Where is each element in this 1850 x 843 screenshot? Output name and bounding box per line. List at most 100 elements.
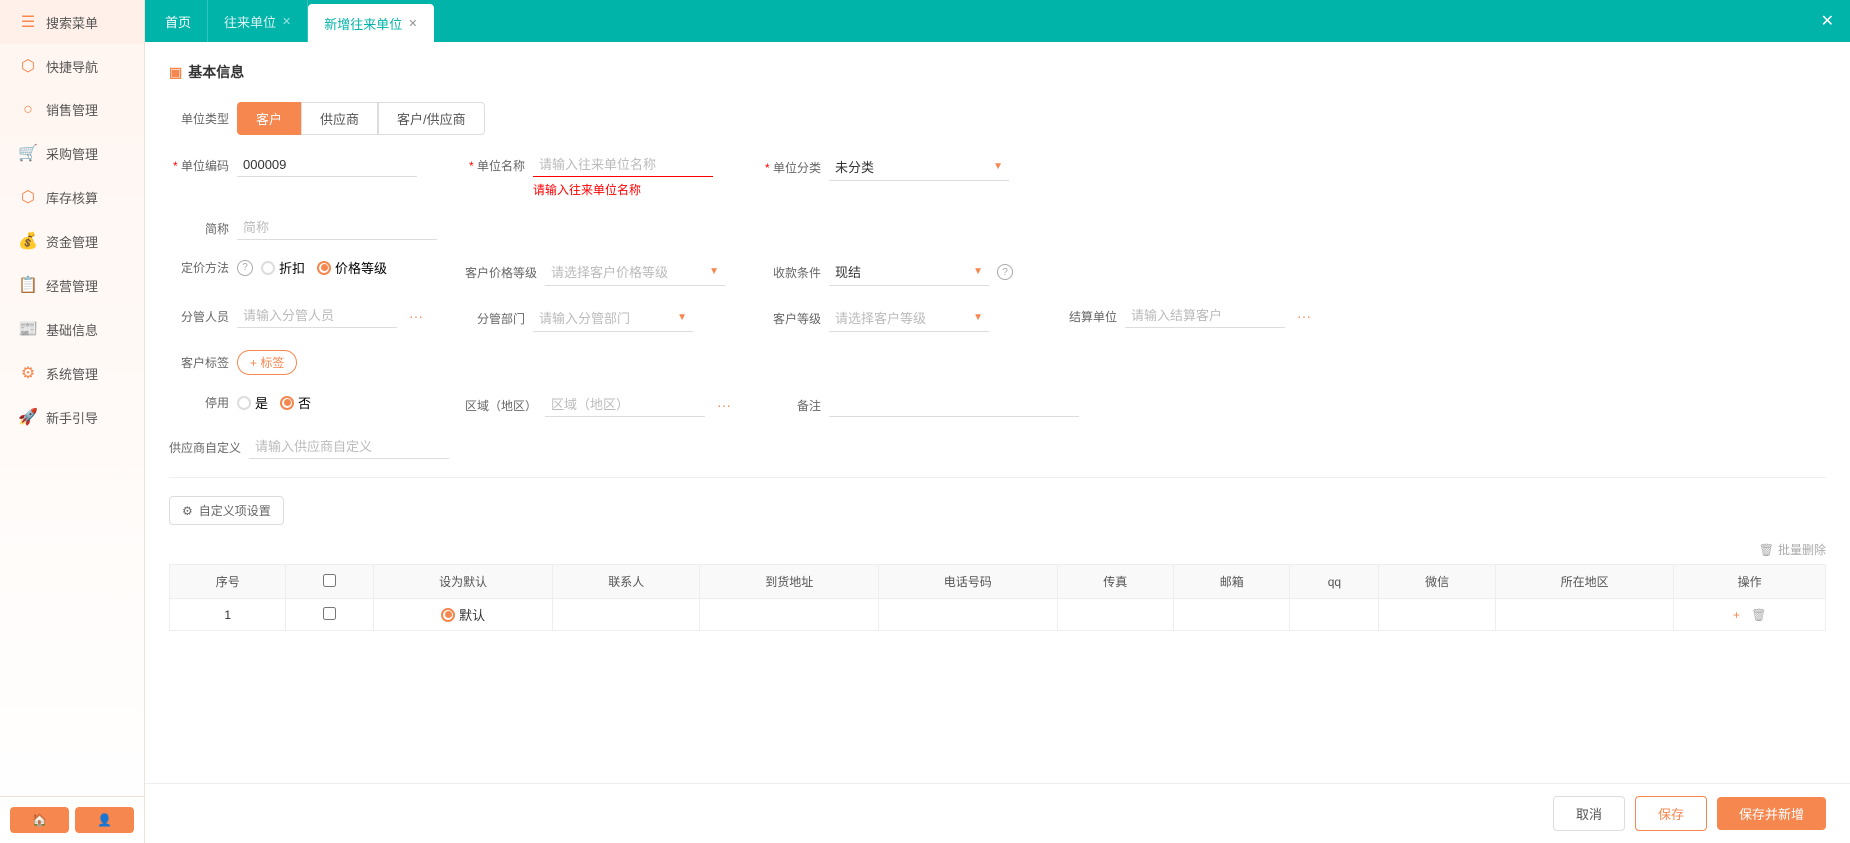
settlement-input[interactable] [1125, 304, 1285, 328]
customer-level-select[interactable]: 请选择客户等级 ▼ [829, 304, 989, 332]
manager-input[interactable] [237, 304, 397, 328]
department-select[interactable]: 请输入分管部门 ▼ [533, 304, 693, 332]
unit-name-input[interactable] [533, 153, 713, 177]
radio-no-circle [280, 396, 294, 410]
select-all-checkbox[interactable] [323, 574, 336, 587]
tab-new-partner-label: 新增往来单位 [324, 14, 402, 33]
region-input[interactable] [545, 393, 705, 417]
radio-yes-circle [237, 396, 251, 410]
batch-delete-button[interactable]: 🗑 批量删除 [1759, 541, 1826, 558]
abbreviation-input[interactable] [237, 216, 437, 240]
row-wechat [1379, 599, 1495, 631]
region-more-btn[interactable]: ··· [713, 397, 735, 413]
tab-new-partner-close[interactable]: ✕ [408, 17, 417, 30]
form-content: ▣ 基本信息 单位类型 客户 供应商 客户/供应商 单位编码 单位名称 [145, 42, 1850, 783]
save-button[interactable]: 保存 [1635, 796, 1707, 831]
tab-new-partner[interactable]: 新增往来单位 ✕ [308, 4, 434, 42]
sidebar-item-operations[interactable]: 📋 经营管理 [0, 263, 144, 307]
type-btn-both[interactable]: 客户/供应商 [378, 102, 485, 135]
sidebar-item-sales[interactable]: ○ 销售管理 [0, 88, 144, 131]
unit-category-arrow: ▼ [993, 161, 1003, 172]
department-arrow: ▼ [677, 312, 687, 323]
row-default-label: 默认 [459, 605, 485, 624]
cancel-button[interactable]: 取消 [1553, 796, 1625, 831]
manager-group: 分管人员 ··· [169, 304, 449, 328]
user-button[interactable]: 👤 [75, 807, 134, 833]
department-group: 分管部门 请输入分管部门 ▼ [465, 304, 745, 332]
disabled-radio-no[interactable]: 否 [280, 393, 311, 412]
settlement-more-btn[interactable]: ··· [1293, 308, 1315, 324]
sidebar-item-label: 快捷导航 [46, 57, 98, 76]
tab-partners-close[interactable]: ✕ [282, 15, 291, 28]
type-btn-customer[interactable]: 客户 [237, 102, 301, 135]
home-button[interactable]: 🏠 [10, 807, 69, 833]
sidebar-item-label: 搜索菜单 [46, 13, 98, 32]
batch-delete-area: 🗑 批量删除 [169, 541, 1826, 558]
disabled-region-row: 停用 是 否 区域（地区） ··· 备注 [169, 393, 1826, 417]
unit-code-input[interactable] [237, 153, 417, 177]
disabled-radio-yes[interactable]: 是 [237, 393, 268, 412]
department-label: 分管部门 [465, 310, 525, 327]
tab-partners[interactable]: 往来单位 ✕ [208, 0, 308, 42]
sidebar-item-system[interactable]: ⚙ 系统管理 [0, 351, 144, 395]
settlement-group: 结算单位 ··· [1057, 304, 1337, 328]
row-qq [1290, 599, 1379, 631]
row-add-btn[interactable]: + [1733, 608, 1740, 622]
type-btn-supplier[interactable]: 供应商 [301, 102, 378, 135]
add-tag-button[interactable]: + 标签 [237, 350, 297, 375]
disabled-label: 停用 [169, 394, 229, 411]
tab-home-label: 首页 [165, 12, 191, 31]
pricing-row: 定价方法 ? 折扣 价格等级 客户价格等级 请选择客户价格等级 [169, 258, 1826, 286]
col-fax: 传真 [1057, 565, 1173, 599]
section-icon: ▣ [169, 64, 182, 81]
sidebar-item-basic-info[interactable]: 📰 基础信息 [0, 307, 144, 351]
sales-icon: ○ [18, 101, 38, 119]
tab-home[interactable]: 首页 [149, 0, 208, 42]
inventory-icon: ⬡ [18, 187, 38, 207]
table-row: 1 默认 [170, 599, 1826, 631]
custom-settings-button[interactable]: ⚙ 自定义项设置 [169, 496, 284, 525]
col-email: 邮箱 [1174, 565, 1290, 599]
payment-terms-select[interactable]: 现结 ▼ [829, 258, 989, 286]
manager-more-btn[interactable]: ··· [405, 308, 427, 324]
remark-label: 备注 [761, 397, 821, 414]
customer-price-select[interactable]: 请选择客户价格等级 ▼ [545, 258, 725, 286]
remark-input[interactable] [829, 393, 1079, 417]
divider [169, 477, 1826, 478]
pricing-help-icon[interactable]: ? [237, 260, 253, 276]
col-checkbox [286, 565, 374, 599]
supplier-custom-input[interactable] [249, 435, 449, 459]
sidebar-item-quicknav[interactable]: ⬡ 快捷导航 [0, 44, 144, 88]
customer-tag-group: 客户标签 + 标签 [169, 350, 449, 375]
pricing-radio-level[interactable]: 价格等级 [317, 258, 387, 277]
unit-category-select[interactable]: 未分类 ▼ [829, 153, 1009, 181]
unit-category-value: 未分类 [835, 157, 874, 176]
unit-code-group: 单位编码 [169, 153, 449, 177]
close-all-tabs[interactable]: ✕ [1809, 11, 1846, 31]
unit-code-label: 单位编码 [169, 157, 229, 174]
payment-help-icon[interactable]: ? [997, 264, 1013, 280]
bottom-action-bar: 取消 保存 保存并新增 [145, 783, 1850, 843]
batch-delete-label: 批量删除 [1778, 541, 1826, 558]
col-region: 所在地区 [1495, 565, 1674, 599]
row-checkbox-input[interactable] [323, 607, 336, 620]
sidebar-item-guide[interactable]: 🚀 新手引导 [0, 395, 144, 439]
pricing-radio-discount[interactable]: 折扣 [261, 258, 305, 277]
radio-level-circle [317, 261, 331, 275]
sidebar-item-finance[interactable]: 💰 资金管理 [0, 219, 144, 263]
payment-terms-label: 收款条件 [761, 264, 821, 281]
customer-tag-row: 客户标签 + 标签 [169, 350, 1826, 375]
sidebar-item-purchase[interactable]: 🛒 采购管理 [0, 131, 144, 175]
disabled-group: 停用 是 否 [169, 393, 449, 412]
customer-price-arrow: ▼ [709, 266, 719, 277]
row-fax [1057, 599, 1173, 631]
row-default-radio[interactable]: 默认 [382, 605, 544, 624]
sidebar-item-label: 经营管理 [46, 276, 98, 295]
customer-price-label: 客户价格等级 [465, 264, 537, 281]
sidebar-item-search[interactable]: ☰ 搜索菜单 [0, 0, 144, 44]
row-delete-btn[interactable]: 🗑 [1751, 608, 1766, 622]
system-icon: ⚙ [18, 363, 38, 383]
custom-settings-label: 自定义项设置 [199, 502, 271, 519]
save-new-button[interactable]: 保存并新增 [1717, 797, 1826, 830]
sidebar-item-inventory[interactable]: ⬡ 库存核算 [0, 175, 144, 219]
